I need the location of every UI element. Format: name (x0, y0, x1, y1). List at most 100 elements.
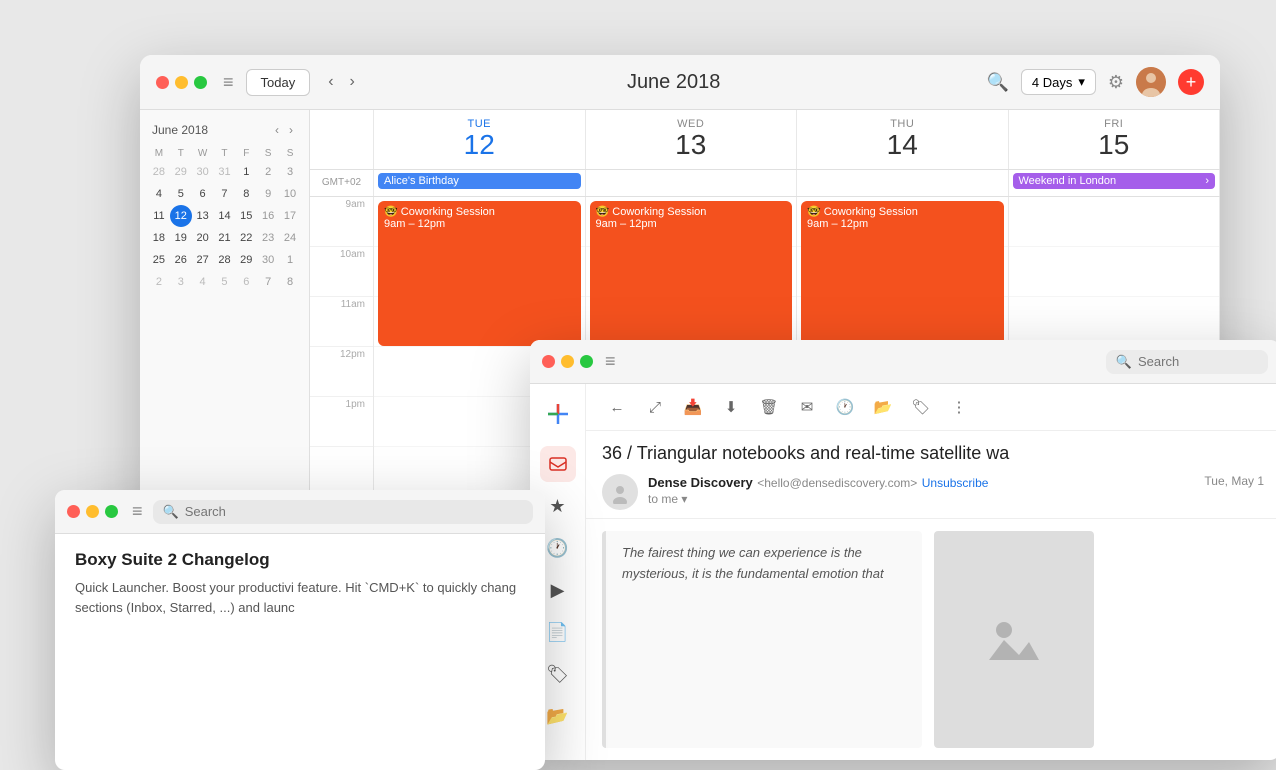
day-header-sun: S (279, 146, 301, 161)
expand-button[interactable]: ⤢ (640, 392, 670, 422)
settings-button[interactable]: ⚙ (1108, 72, 1124, 93)
minimize-button[interactable] (175, 76, 188, 89)
mini-day[interactable]: 3 (279, 161, 301, 183)
mini-day[interactable]: 16 (257, 205, 279, 227)
mini-next-arrow[interactable]: › (285, 122, 297, 138)
mini-day[interactable]: 4 (192, 271, 214, 293)
email-minimize-button[interactable] (561, 355, 574, 368)
hamburger-icon[interactable]: ≡ (223, 72, 234, 93)
email-close-button[interactable] (542, 355, 555, 368)
mini-day[interactable]: 1 (279, 249, 301, 271)
mini-day[interactable]: 26 (170, 249, 192, 271)
maximize-button[interactable] (194, 76, 207, 89)
mini-day[interactable]: 25 (148, 249, 170, 271)
gmail-compose-button[interactable] (540, 396, 576, 432)
time-slot-11am: 11am (310, 297, 373, 347)
coworking-event-thu[interactable]: 🤓 Coworking Session 9am – 12pm (801, 201, 1004, 346)
notes-search-bar[interactable]: 🔍 (153, 500, 533, 524)
mini-day[interactable]: 28 (148, 161, 170, 183)
weekend-london-event[interactable]: Weekend in London › (1013, 173, 1216, 189)
mini-day-today[interactable]: 12 (170, 205, 192, 227)
to-me-label[interactable]: to me ▾ (648, 492, 1194, 506)
mini-day[interactable]: 15 (235, 205, 257, 227)
move-button[interactable]: 📂 (868, 392, 898, 422)
close-button[interactable] (156, 76, 169, 89)
next-arrow[interactable]: › (344, 71, 361, 93)
back-button[interactable]: ← (602, 392, 632, 422)
mini-day[interactable]: 18 (148, 227, 170, 249)
mini-day[interactable]: 11 (148, 205, 170, 227)
mini-day[interactable]: 17 (279, 205, 301, 227)
mini-day[interactable]: 6 (235, 271, 257, 293)
mini-day[interactable]: 8 (235, 183, 257, 205)
mini-day[interactable]: 5 (214, 271, 236, 293)
mini-day[interactable]: 13 (192, 205, 214, 227)
view-selector[interactable]: 4 Days ▾ (1021, 69, 1096, 95)
notes-search-input[interactable] (185, 504, 523, 519)
alice-birthday-event[interactable]: Alice's Birthday (378, 173, 581, 189)
mini-day[interactable]: 8 (279, 271, 301, 293)
spam-button[interactable]: ⬇ (716, 392, 746, 422)
label-button[interactable]: 🏷 (906, 392, 936, 422)
mini-day[interactable]: 30 (257, 249, 279, 271)
sidebar-inbox-icon[interactable] (540, 446, 576, 482)
mark-read-button[interactable]: ✉ (792, 392, 822, 422)
mini-day[interactable]: 9 (257, 183, 279, 205)
notes-content: Boxy Suite 2 Changelog Quick Launcher. B… (55, 534, 545, 770)
mini-day[interactable]: 7 (214, 183, 236, 205)
delete-button[interactable]: 🗑 (754, 392, 784, 422)
mini-day[interactable]: 6 (192, 183, 214, 205)
search-button[interactable]: 🔍 (986, 72, 1008, 93)
email-maximize-button[interactable] (580, 355, 593, 368)
mini-day[interactable]: 23 (257, 227, 279, 249)
day-header-tue: T (170, 146, 192, 161)
email-hamburger-icon[interactable]: ≡ (605, 351, 616, 372)
all-day-cell-thu[interactable] (797, 170, 1009, 196)
archive-button[interactable]: 📥 (678, 392, 708, 422)
mini-day[interactable]: 4 (148, 183, 170, 205)
mini-day[interactable]: 5 (170, 183, 192, 205)
search-input[interactable] (1138, 354, 1258, 369)
time-label-11am: 11am (341, 299, 365, 310)
mini-day[interactable]: 21 (214, 227, 236, 249)
mini-day[interactable]: 22 (235, 227, 257, 249)
mini-day[interactable]: 24 (279, 227, 301, 249)
coworking-event-tue[interactable]: 🤓 Coworking Session 9am – 12pm (378, 201, 581, 346)
add-icon: + (1178, 69, 1204, 95)
mini-day[interactable]: 31 (214, 161, 236, 183)
nav-arrows: ‹ › (322, 71, 361, 93)
mini-day[interactable]: 27 (192, 249, 214, 271)
notes-hamburger-icon[interactable]: ≡ (132, 501, 143, 522)
all-day-cell-fri[interactable]: Weekend in London › (1009, 170, 1221, 196)
mini-day[interactable]: 10 (279, 183, 301, 205)
all-day-cell-tue[interactable]: Alice's Birthday (374, 170, 586, 196)
note-title: Boxy Suite 2 Changelog (75, 550, 525, 570)
unsubscribe-link[interactable]: Unsubscribe (922, 476, 989, 490)
mini-prev-arrow[interactable]: ‹ (271, 122, 283, 138)
prev-arrow[interactable]: ‹ (322, 71, 339, 93)
mini-day[interactable]: 7 (257, 271, 279, 293)
mini-day[interactable]: 2 (257, 161, 279, 183)
notes-minimize-button[interactable] (86, 505, 99, 518)
mini-day[interactable]: 14 (214, 205, 236, 227)
snooze-button[interactable]: 🕐 (830, 392, 860, 422)
mini-day[interactable]: 28 (214, 249, 236, 271)
mini-day[interactable]: 20 (192, 227, 214, 249)
notes-close-button[interactable] (67, 505, 80, 518)
mini-day[interactable]: 1 (235, 161, 257, 183)
notes-maximize-button[interactable] (105, 505, 118, 518)
mini-day[interactable]: 19 (170, 227, 192, 249)
coworking-event-wed[interactable]: 🤓 Coworking Session 9am – 12pm (590, 201, 793, 346)
add-button[interactable]: + (1178, 69, 1204, 95)
mini-day[interactable]: 29 (235, 249, 257, 271)
all-day-cell-wed[interactable] (586, 170, 798, 196)
today-button[interactable]: Today (246, 69, 311, 96)
mini-day[interactable]: 2 (148, 271, 170, 293)
mini-day[interactable]: 30 (192, 161, 214, 183)
more-button[interactable]: ⋮ (944, 392, 974, 422)
timezone-col (310, 110, 374, 169)
avatar-button[interactable] (1136, 67, 1166, 97)
mini-day[interactable]: 3 (170, 271, 192, 293)
email-search-bar[interactable]: 🔍 (1106, 350, 1268, 374)
mini-day[interactable]: 29 (170, 161, 192, 183)
